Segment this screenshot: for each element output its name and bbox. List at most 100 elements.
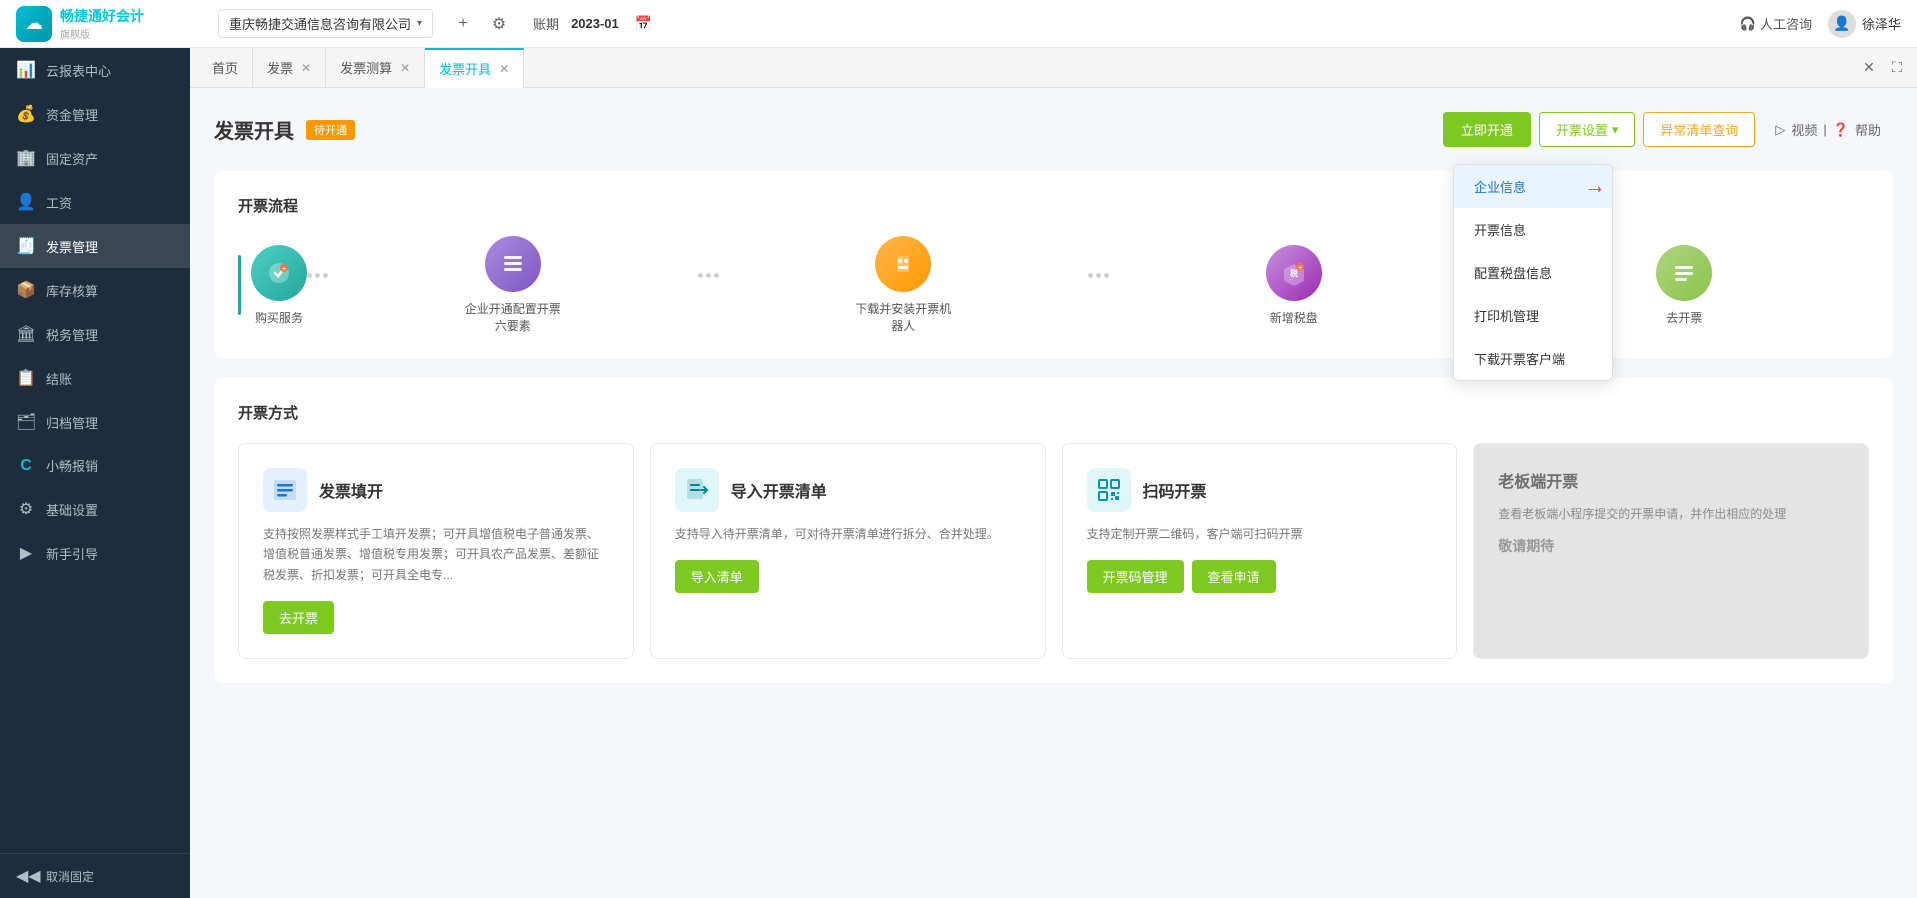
sidebar-label-fapiao: 发票管理: [46, 237, 98, 256]
company-selector[interactable]: 重庆畅捷交通信息咨询有限公司 ▾: [218, 9, 433, 38]
sidebar-item-zijin[interactable]: 💰 资金管理: [0, 92, 190, 136]
company-name: 重庆畅捷交通信息咨询有限公司: [229, 14, 411, 33]
sidebar-label-xinshouyindao: 新手引导: [46, 544, 98, 563]
tab-close-kaiju[interactable]: ✕: [499, 62, 509, 76]
logo-icon: ☁: [16, 6, 52, 42]
tab-close-fapiao[interactable]: ✕: [301, 61, 311, 75]
step-icon-config: [485, 236, 541, 292]
money-icon: 💰: [16, 104, 36, 124]
sidebar-item-guidang[interactable]: 🗂 归档管理: [0, 400, 190, 444]
person-icon: 👤: [16, 192, 36, 212]
step-icon-go: [1656, 245, 1712, 301]
dropdown-item-kaipiao[interactable]: 开票信息: [1454, 208, 1612, 251]
import-invoice-title: 导入开票清单: [731, 478, 827, 502]
app-container: ☁ 畅捷通好会计 旗舰版 重庆畅捷交通信息咨询有限公司 ▾ + ⚙ 账期 202…: [0, 0, 1917, 898]
flow-step-shuipan: 税 + 新增税盘: [1109, 245, 1479, 326]
logo-text: 畅捷通好会计 旗舰版: [60, 6, 144, 41]
sidebar-label-quxiao: 取消固定: [46, 868, 94, 885]
sidebar-label-zijin: 资金管理: [46, 105, 98, 124]
method-card-fill: 发票填开 支持按照发票样式手工填开发票；可开具增值税电子普通发票、增值税普通发票…: [238, 443, 634, 659]
step-label-shuipan: 新增税盘: [1270, 309, 1318, 326]
sidebar-item-fapiao[interactable]: 🧾 发票管理: [0, 224, 190, 268]
step-dots-3: [1088, 273, 1109, 278]
flow-step-buy: + 购买服务: [251, 245, 307, 326]
period-label: 账期: [533, 14, 559, 33]
fill-invoice-title: 发票填开: [319, 478, 383, 502]
sidebar-item-gongzi[interactable]: 👤 工资: [0, 180, 190, 224]
step-dots-1: [307, 273, 328, 278]
add-button[interactable]: +: [449, 10, 477, 38]
dropdown-item-dayinji[interactable]: 打印机管理: [1454, 294, 1612, 337]
bank-icon: 🏛: [16, 324, 36, 344]
fill-invoice-actions: 去开票: [263, 601, 609, 634]
dropdown-arrow-icon: ▾: [1612, 122, 1619, 138]
headset-icon: 🎧: [1740, 16, 1756, 32]
step-label-download: 下载并安装开票机器人: [853, 300, 953, 334]
tab-close-all-button[interactable]: ✕: [1857, 56, 1881, 80]
import-invoice-actions: 导入清单: [675, 560, 1021, 593]
help-label[interactable]: 帮助: [1855, 120, 1881, 139]
main-area: 📊 云报表中心 💰 资金管理 🏢 固定资产 👤 工资 🧾 发票管理 📦: [0, 48, 1917, 898]
flow-step-1-wrap: + 购买服务: [238, 245, 307, 326]
tab-fapiao-kaiju[interactable]: 发票开具 ✕: [425, 48, 524, 88]
method-card-scan: 扫码开票 支持定制开票二维码，客户端可扫码开票 开票码管理 查看申请: [1062, 443, 1458, 659]
sidebar: 📊 云报表中心 💰 资金管理 🏢 固定资产 👤 工资 🧾 发票管理 📦: [0, 48, 190, 898]
overlay-badge: 敬请期待: [1498, 536, 1844, 556]
gear-icon: ⚙: [16, 499, 36, 519]
dropdown-item-peizhi[interactable]: 配置税盘信息: [1454, 251, 1612, 294]
chart-icon: 📊: [16, 60, 36, 80]
content-area: 首页 发票 ✕ 发票测算 ✕ 发票开具 ✕ ✕ ⛶: [190, 48, 1917, 898]
activate-button[interactable]: 立即开通: [1443, 112, 1531, 147]
tab-fapiao[interactable]: 发票 ✕: [253, 48, 326, 88]
video-label[interactable]: 视频: [1791, 120, 1817, 139]
method-card-import: 导入开票清单 支持导入待开票清单，可对待开票清单进行拆分、合并处理。 导入清单: [650, 443, 1046, 659]
scan-qrcode-button[interactable]: 开票码管理: [1087, 560, 1184, 593]
user-area[interactable]: 👤 徐泽华: [1828, 10, 1901, 38]
dropdown-item-xiazai[interactable]: 下载开票客户端: [1454, 337, 1612, 380]
method-card-import-header: 导入开票清单: [675, 468, 1021, 512]
scan-invoice-actions: 开票码管理 查看申请: [1087, 560, 1433, 593]
tab-fapiao-cesuan[interactable]: 发票测算 ✕: [326, 48, 425, 88]
flow-step-download: 下载并安装开票机器人: [719, 236, 1089, 334]
sidebar-item-xiaochang[interactable]: C 小畅报销: [0, 444, 190, 487]
sidebar-item-gudingzichan[interactable]: 🏢 固定资产: [0, 136, 190, 180]
sidebar-item-shuiwu[interactable]: 🏛 税务管理: [0, 312, 190, 356]
boss-invoice-desc: 查看老板端小程序提交的开票申请，并作出相应的处理: [1498, 504, 1844, 524]
tab-actions: ✕ ⛶: [1857, 56, 1909, 80]
header-actions: 立即开通 开票设置 ▾ 异常清单查询 ▷ 视频 | ❓ 帮助: [1443, 112, 1893, 147]
sidebar-item-jichushezhi[interactable]: ⚙ 基础设置: [0, 487, 190, 531]
settings-dropdown: → 企业信息 开票信息 配置税盘信息 打印机管理 下载开票客户端: [1453, 164, 1613, 381]
tab-bar: 首页 发票 ✕ 发票测算 ✕ 发票开具 ✕ ✕ ⛶: [190, 48, 1917, 88]
sidebar-bottom: ◀◀ 取消固定: [0, 853, 190, 898]
sidebar-item-jiezhang[interactable]: 📋 结账: [0, 356, 190, 400]
sidebar-item-quxiao[interactable]: ◀◀ 取消固定: [0, 854, 190, 898]
settings-button[interactable]: 开票设置 ▾: [1539, 112, 1636, 147]
clipboard-icon: 📋: [16, 368, 36, 388]
method-section: 开票方式: [214, 378, 1893, 683]
flow-title: 开票流程: [238, 195, 1869, 216]
import-invoice-button[interactable]: 导入清单: [675, 560, 759, 593]
tab-close-cesuan[interactable]: ✕: [400, 61, 410, 75]
tab-home[interactable]: 首页: [198, 48, 253, 88]
logo-title: 畅捷通好会计: [60, 6, 144, 26]
svg-text:+: +: [1298, 265, 1302, 272]
sidebar-item-kucun[interactable]: 📦 库存核算: [0, 268, 190, 312]
calendar-icon[interactable]: 📅: [635, 15, 652, 32]
sidebar-item-yunbao[interactable]: 📊 云报表中心: [0, 48, 190, 92]
settings-icon[interactable]: ⚙: [485, 10, 513, 38]
top-bar: ☁ 畅捷通好会计 旗舰版 重庆畅捷交通信息咨询有限公司 ▾ + ⚙ 账期 202…: [0, 0, 1917, 48]
fill-invoice-goto-button[interactable]: 去开票: [263, 601, 334, 634]
tab-expand-button[interactable]: ⛶: [1885, 56, 1909, 80]
fill-invoice-desc: 支持按照发票样式手工填开发票；可开具增值税电子普通发票、增值税普通发票、增值税专…: [263, 524, 609, 585]
period-value: 2023-01: [571, 16, 619, 31]
method-card-boss: 老板端开票 查看老板端小程序提交的开票申请，并作出相应的处理 敬请期待: [1473, 443, 1869, 659]
sidebar-label-kucun: 库存核算: [46, 281, 98, 300]
sidebar-label-shuiwu: 税务管理: [46, 325, 98, 344]
building-icon: 🏢: [16, 148, 36, 168]
step-border-line: [238, 255, 241, 315]
scan-view-button[interactable]: 查看申请: [1192, 560, 1276, 593]
step-label-go: 去开票: [1666, 309, 1702, 326]
abnormal-button[interactable]: 异常清单查询: [1643, 112, 1755, 147]
support-button[interactable]: 🎧 人工咨询: [1740, 14, 1812, 33]
sidebar-item-xinshouyindao[interactable]: ▶ 新手引导: [0, 531, 190, 575]
